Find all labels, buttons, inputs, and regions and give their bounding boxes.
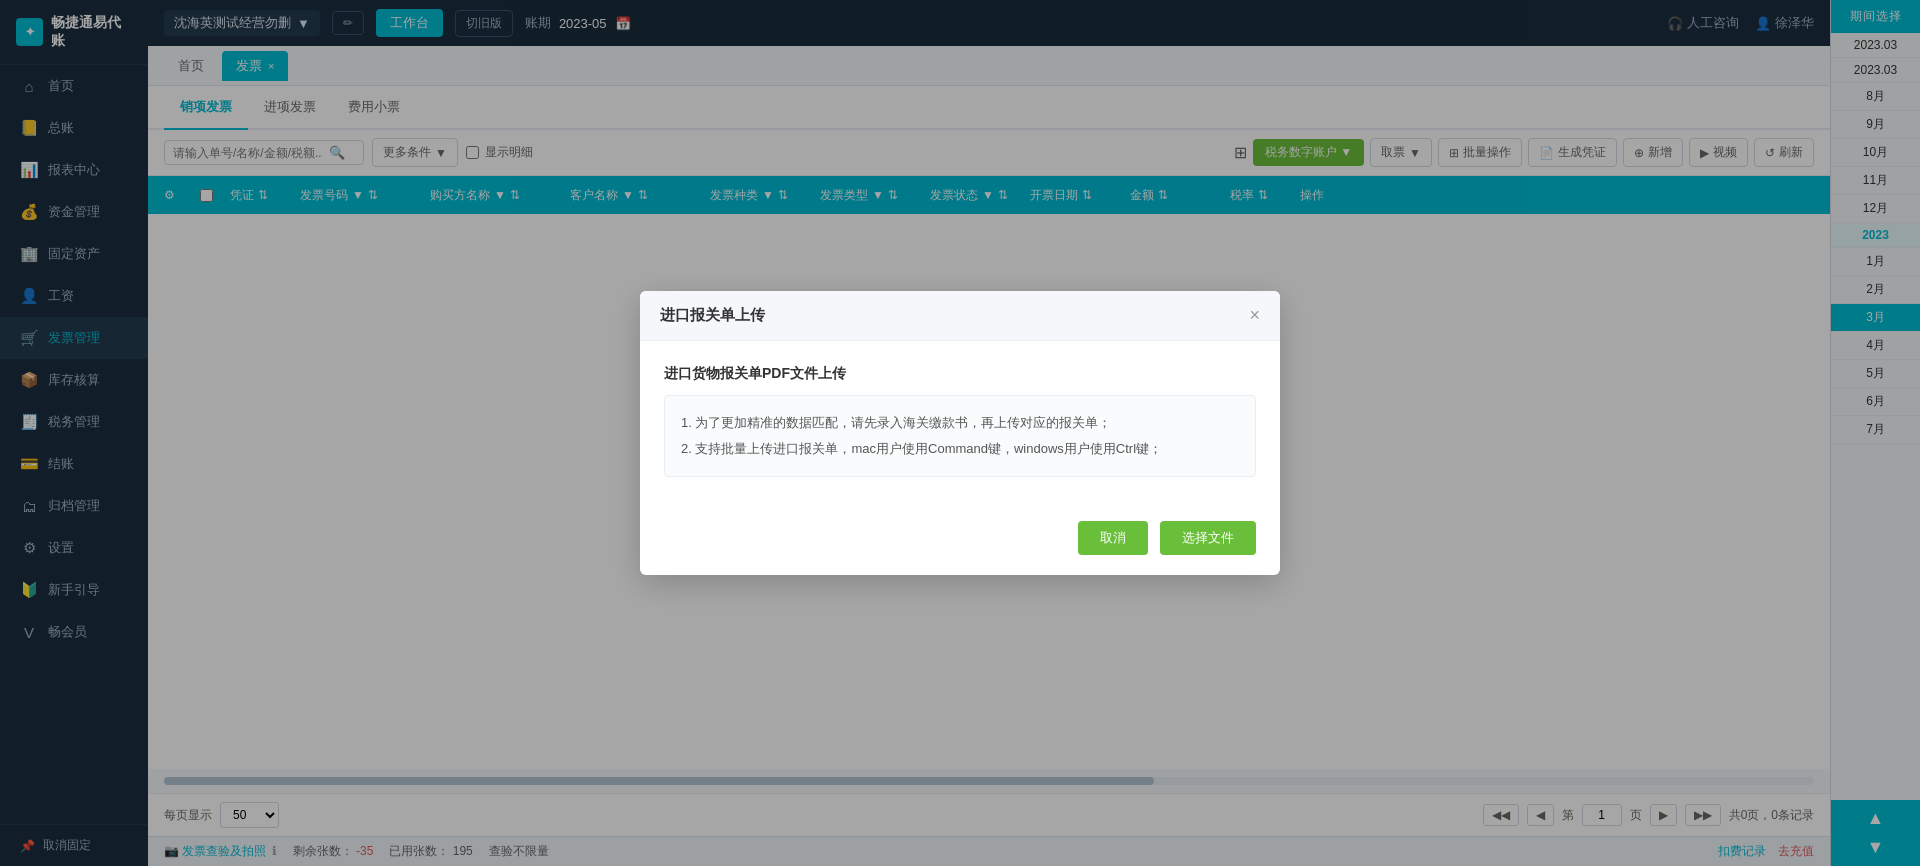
modal-info-item-1: 1. 为了更加精准的数据匹配，请先录入海关缴款书，再上传对应的报关单； (681, 410, 1239, 436)
import-customs-modal: 进口报关单上传 × 进口货物报关单PDF文件上传 1. 为了更加精准的数据匹配，… (640, 291, 1280, 575)
modal-info-box: 1. 为了更加精准的数据匹配，请先录入海关缴款书，再上传对应的报关单； 2. 支… (664, 395, 1256, 477)
modal-close-btn[interactable]: × (1249, 305, 1260, 326)
modal-body: 进口货物报关单PDF文件上传 1. 为了更加精准的数据匹配，请先录入海关缴款书，… (640, 341, 1280, 509)
modal-overlay[interactable]: 进口报关单上传 × 进口货物报关单PDF文件上传 1. 为了更加精准的数据匹配，… (0, 0, 1920, 866)
modal-section-title: 进口货物报关单PDF文件上传 (664, 365, 1256, 383)
modal-footer: 取消 选择文件 (640, 509, 1280, 575)
modal-confirm-btn[interactable]: 选择文件 (1160, 521, 1256, 555)
modal-cancel-btn[interactable]: 取消 (1078, 521, 1148, 555)
modal-title: 进口报关单上传 (660, 306, 765, 325)
modal-header: 进口报关单上传 × (640, 291, 1280, 341)
modal-info-item-2: 2. 支持批量上传进口报关单，mac用户使用Command键，windows用户… (681, 436, 1239, 462)
